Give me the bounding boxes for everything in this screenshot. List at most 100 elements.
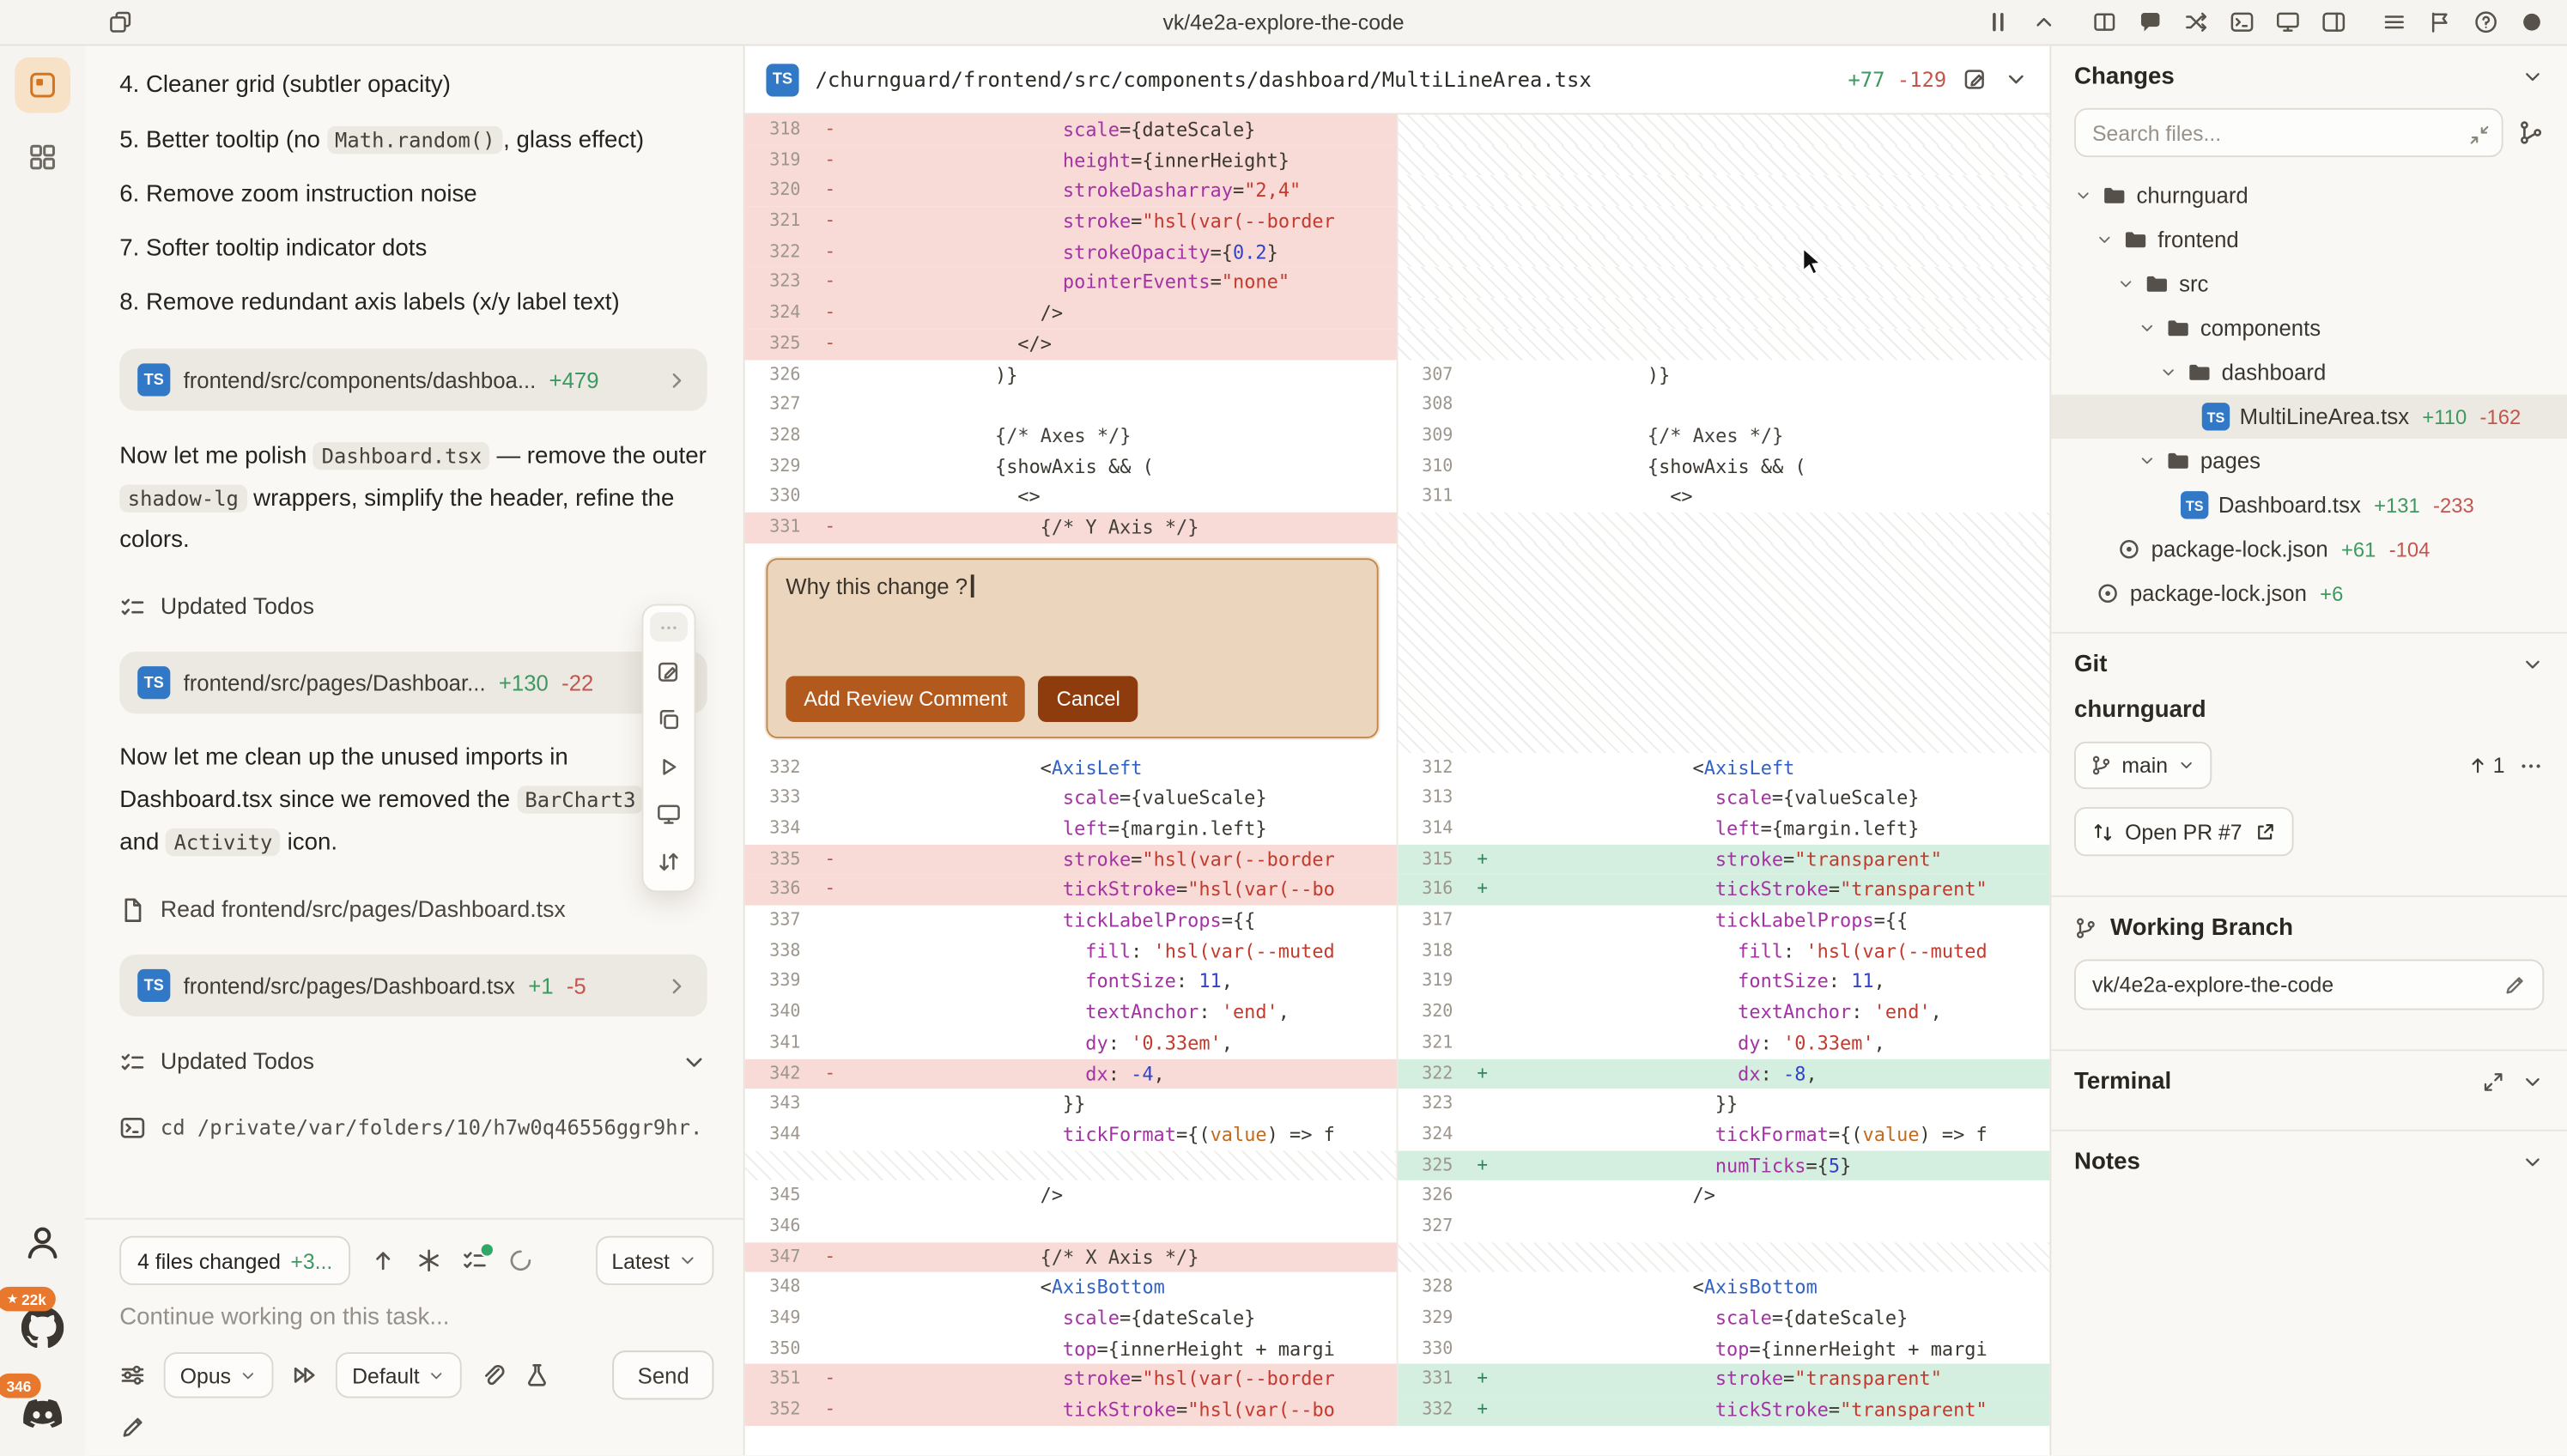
help-button[interactable] bbox=[2473, 9, 2498, 34]
tree-folder-churnguard[interactable]: churnguard bbox=[2051, 173, 2567, 217]
play-button[interactable] bbox=[643, 743, 694, 791]
collapse-git-button[interactable] bbox=[2521, 653, 2545, 676]
diff-line[interactable]: 320-strokeDasharray="2,4" bbox=[745, 176, 1398, 207]
diff-line[interactable]: 326/> bbox=[1398, 1180, 2050, 1211]
monitor-button[interactable] bbox=[2276, 9, 2301, 34]
window-stack-button[interactable] bbox=[108, 9, 133, 34]
workspace-tab-active[interactable] bbox=[15, 58, 70, 113]
open-in-editor-button[interactable] bbox=[1963, 67, 1987, 92]
terminal-command-row[interactable]: cd /private/var/folders/10/h7w0q46556ggr… bbox=[119, 1107, 707, 1148]
diff-line[interactable]: 312<AxisLeft bbox=[1398, 752, 2050, 783]
shuffle-button[interactable] bbox=[2184, 9, 2209, 34]
file-change-chip[interactable]: TSfrontend/src/pages/Dashboar...+130-22 bbox=[119, 652, 707, 713]
tree-folder-dashboard[interactable]: dashboard bbox=[2051, 350, 2567, 394]
diff-line[interactable]: 321dy: '0.33em', bbox=[1398, 1028, 2050, 1059]
diff-line[interactable]: 315+stroke="transparent" bbox=[1398, 844, 2050, 875]
drag-handle[interactable] bbox=[650, 612, 688, 641]
expand-todos-button[interactable] bbox=[681, 1041, 707, 1083]
diff-line[interactable]: 329scale={dateScale} bbox=[1398, 1303, 2050, 1334]
pause-button[interactable] bbox=[1986, 9, 2011, 34]
tree-file-package-lock.json[interactable]: package-lock.json+6 bbox=[2051, 572, 2567, 616]
diff-line[interactable]: 323}} bbox=[1398, 1089, 2050, 1119]
working-branch-field[interactable]: vk/4e2a-explore-the-code bbox=[2074, 959, 2544, 1010]
diff-line[interactable]: 327 bbox=[745, 390, 1398, 421]
collapse-notes-button[interactable] bbox=[2521, 1151, 2545, 1174]
file-change-chip[interactable]: TSfrontend/src/pages/Dashboard.tsx+1-5 bbox=[119, 955, 707, 1016]
context-button[interactable] bbox=[416, 1247, 443, 1274]
diff-line[interactable]: 323-pointerEvents="none" bbox=[745, 268, 1398, 299]
diff-line[interactable]: 335-stroke="hsl(var(--border bbox=[745, 844, 1398, 875]
diff-line[interactable]: 316+tickStroke="transparent" bbox=[1398, 875, 2050, 906]
diff-line[interactable]: 347-{/* X Axis */} bbox=[745, 1242, 1398, 1273]
diff-line[interactable]: 348<AxisBottom bbox=[745, 1272, 1398, 1303]
version-dropdown[interactable]: Latest bbox=[595, 1236, 713, 1285]
draw-pencil-button[interactable] bbox=[119, 1415, 146, 1441]
mode-select[interactable]: Default bbox=[336, 1352, 462, 1398]
sidebar-right-button[interactable] bbox=[2321, 9, 2346, 34]
diff-line[interactable]: 310{showAxis && ( bbox=[1398, 451, 2050, 482]
git-graph-button[interactable] bbox=[2518, 119, 2545, 146]
tree-folder-pages[interactable]: pages bbox=[2051, 439, 2567, 482]
columns-button[interactable] bbox=[2092, 9, 2117, 34]
diff-line[interactable]: 319fontSize: 11, bbox=[1398, 967, 2050, 998]
workspaces-grid-button[interactable] bbox=[15, 130, 70, 185]
diff-line[interactable]: 345/> bbox=[745, 1180, 1398, 1211]
chevron-up-button[interactable] bbox=[2031, 9, 2056, 34]
terminal-button[interactable] bbox=[2230, 9, 2254, 34]
diff-line[interactable]: 352-tickStroke="hsl(var(--bo bbox=[745, 1395, 1398, 1426]
diff-line[interactable]: 324-/> bbox=[745, 298, 1398, 329]
diff-line[interactable]: 319-height={innerHeight} bbox=[745, 145, 1398, 176]
commits-ahead-indicator[interactable]: 1 bbox=[2467, 753, 2504, 778]
diff-line[interactable]: 318-scale={dateScale} bbox=[745, 114, 1398, 145]
diff-line[interactable]: 308 bbox=[1398, 390, 2050, 421]
diff-line[interactable]: 332+tickStroke="transparent" bbox=[1398, 1395, 2050, 1426]
tree-file-Dashboard.tsx[interactable]: TSDashboard.tsx+131-233 bbox=[2051, 483, 2567, 527]
todos-button[interactable] bbox=[462, 1247, 489, 1274]
diff-line[interactable]: 342-dx: -4, bbox=[745, 1059, 1398, 1089]
tree-folder-frontend[interactable]: frontend bbox=[2051, 218, 2567, 262]
edit-box-button[interactable] bbox=[643, 648, 694, 695]
diff-line[interactable]: 327 bbox=[1398, 1211, 2050, 1242]
chat-button[interactable] bbox=[2138, 9, 2163, 34]
diff-line[interactable]: 322+dx: -8, bbox=[1398, 1059, 2050, 1089]
file-change-chip[interactable]: TSfrontend/src/components/dashboa...+479 bbox=[119, 349, 707, 410]
diff-line[interactable]: 328<AxisBottom bbox=[1398, 1272, 2050, 1303]
diff-line[interactable]: 343}} bbox=[745, 1089, 1398, 1119]
diff-line[interactable]: 350top={innerHeight + margi bbox=[745, 1334, 1398, 1365]
search-files-input[interactable] bbox=[2074, 108, 2503, 157]
fast-forward-button[interactable] bbox=[292, 1362, 319, 1389]
diff-line[interactable]: 318fill: 'hsl(var(--muted bbox=[1398, 936, 2050, 967]
diff-line[interactable]: 334left={margin.left} bbox=[745, 814, 1398, 845]
attach-file-button[interactable] bbox=[480, 1362, 507, 1389]
diff-line[interactable]: 337tickLabelProps={{ bbox=[745, 906, 1398, 937]
comment-draft-text[interactable]: Why this change ? bbox=[786, 574, 1357, 599]
updated-todos-row[interactable]: Updated Todos bbox=[119, 1041, 707, 1083]
diff-line[interactable]: 339fontSize: 11, bbox=[745, 967, 1398, 998]
account-button[interactable] bbox=[23, 1222, 63, 1262]
experiments-button[interactable] bbox=[525, 1362, 551, 1389]
diff-line[interactable]: 330<> bbox=[745, 482, 1398, 513]
send-button[interactable]: Send bbox=[613, 1350, 713, 1399]
diff-line[interactable]: 331+stroke="transparent" bbox=[1398, 1364, 2050, 1395]
files-changed-button[interactable]: 4 files changed +3... bbox=[119, 1236, 350, 1285]
copy-button[interactable] bbox=[643, 695, 694, 743]
diff-line[interactable]: 340textAnchor: 'end', bbox=[745, 998, 1398, 1028]
updated-todos-row[interactable]: Updated Todos bbox=[119, 586, 707, 628]
message-input[interactable] bbox=[119, 1305, 713, 1332]
git-more-button[interactable] bbox=[2518, 752, 2545, 779]
model-select[interactable]: Opus bbox=[164, 1352, 274, 1398]
collapse-tree-button[interactable] bbox=[2469, 121, 2491, 150]
settings-sliders-button[interactable] bbox=[119, 1362, 146, 1389]
menu-button[interactable] bbox=[2382, 9, 2407, 34]
review-comment-box[interactable]: Why this change ? Add Review Comment Can… bbox=[766, 558, 1377, 738]
diff-line[interactable]: 321-stroke="hsl(var(--border bbox=[745, 206, 1398, 237]
diff-line[interactable]: 313scale={valueScale} bbox=[1398, 783, 2050, 814]
diff-line[interactable]: 331-{/* Y Axis */} bbox=[745, 513, 1398, 543]
collapse-terminal-button[interactable] bbox=[2521, 1071, 2545, 1094]
scroll-top-button[interactable] bbox=[370, 1247, 397, 1274]
diff-line[interactable]: 324tickFormat={(value) => f bbox=[1398, 1119, 2050, 1150]
diff-line[interactable]: 332<AxisLeft bbox=[745, 752, 1398, 783]
diff-line[interactable]: 309{/* Axes */} bbox=[1398, 421, 2050, 452]
branch-select[interactable]: main bbox=[2074, 742, 2212, 789]
swap-button[interactable] bbox=[643, 838, 694, 885]
